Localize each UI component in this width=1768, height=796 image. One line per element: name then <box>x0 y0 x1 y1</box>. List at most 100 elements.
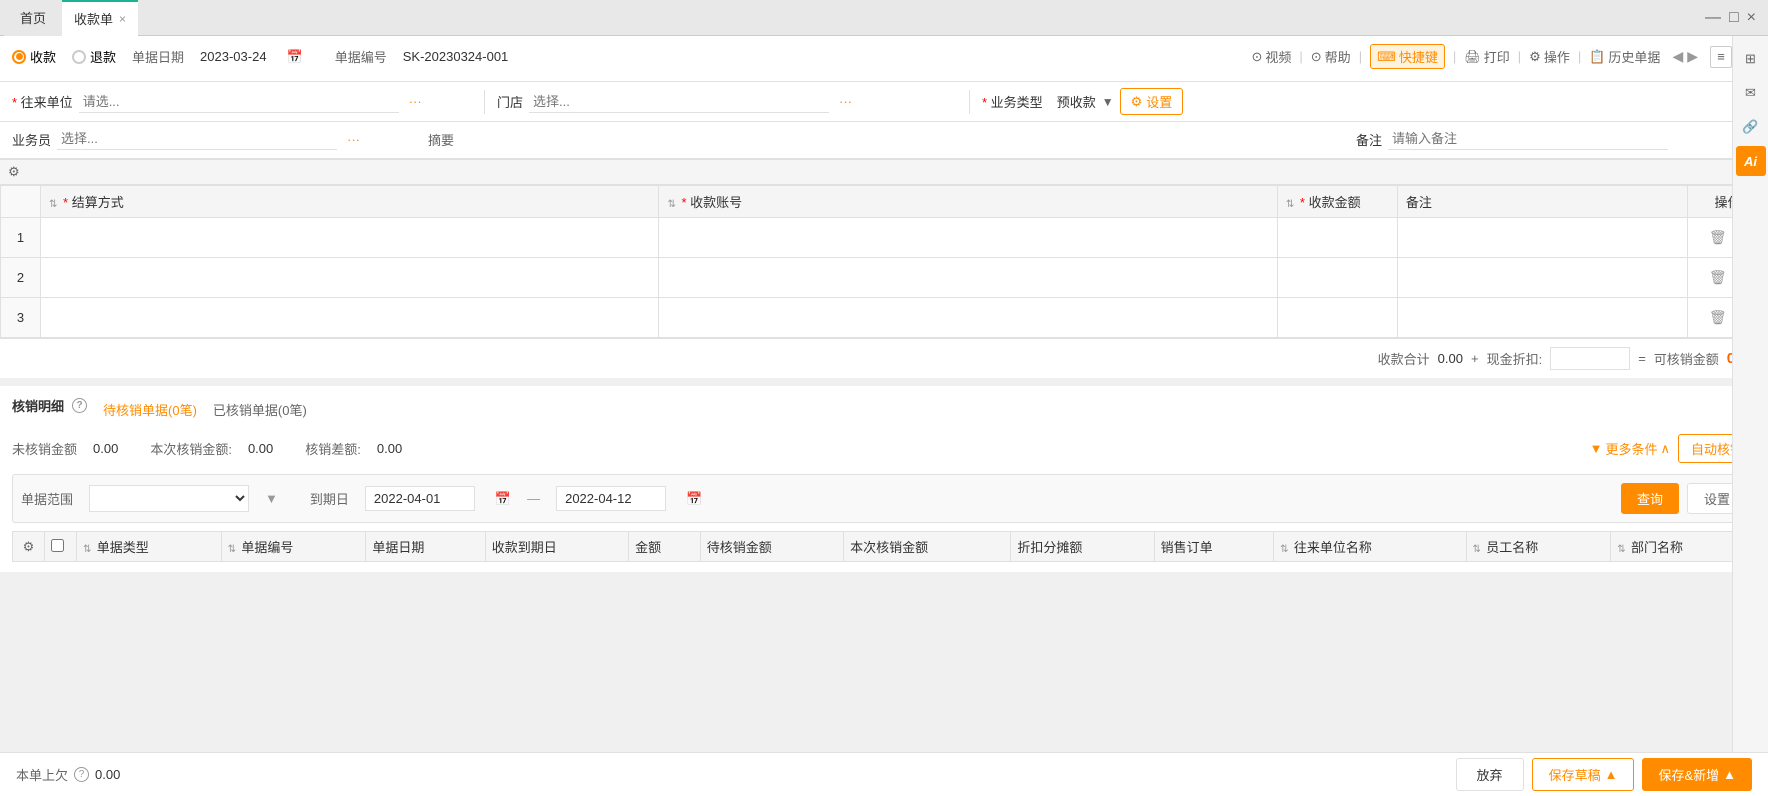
row-note-1[interactable] <box>1397 218 1687 258</box>
verifiable-label: 可核销金额 <box>1654 349 1719 368</box>
row-note-3[interactable] <box>1397 298 1687 338</box>
store-field: 门店 ··· <box>497 91 957 113</box>
row-delete-1[interactable]: 🗑 <box>1707 227 1729 248</box>
sidebar-ai-btn[interactable]: Ai <box>1736 146 1766 176</box>
th-account: ⇅ 收款账号 <box>659 186 1277 218</box>
chevron-range-icon: ▼ <box>265 491 278 506</box>
draft-chevron-icon: ▲ <box>1605 767 1618 782</box>
chevron-icon: ∧ <box>1660 441 1670 457</box>
save-draft-button[interactable]: 保存草稿 ▲ <box>1532 758 1635 791</box>
tab-home[interactable]: 首页 <box>4 0 62 36</box>
form-header-row1: 收款 退款 单据日期 2023-03-24 📅 单据编号 SK-20230324… <box>12 44 1756 69</box>
bottom-table-section: ⚙ ⇅ 单据类型 ⇅ 单据编号 单据日期 <box>12 531 1756 562</box>
operation-icon: ⚙ <box>1529 49 1541 65</box>
row-account-3[interactable] <box>659 298 1277 338</box>
row-settlement-1[interactable] <box>41 218 659 258</box>
tab-receipt[interactable]: 收款单 × <box>62 0 138 36</box>
row-account-2[interactable] <box>659 258 1277 298</box>
table-container: ⇅ 结算方式 ⇅ 收款账号 ⇅ 收款金额 备注 操作 <box>0 185 1768 338</box>
row-note-2[interactable] <box>1397 258 1687 298</box>
row-amount-3[interactable] <box>1277 298 1397 338</box>
calendar-icon[interactable]: 📅 <box>287 49 303 65</box>
business-type-dropdown[interactable]: ▼ <box>1102 95 1114 109</box>
row-num-2: 2 <box>1 258 41 298</box>
minimize-button[interactable]: — <box>1705 9 1721 27</box>
row-delete-2[interactable]: 🗑 <box>1707 267 1729 288</box>
header-tools: ⊙ 视频 | ⊙ 帮助 | ⌨ 快捷键 | 🖨 打印 | ⚙ 操作 <box>1251 44 1756 69</box>
tab-done[interactable]: 已核销单据(0笔) <box>213 400 307 419</box>
counterpart-more-icon[interactable]: ··· <box>405 94 426 109</box>
th-doc-type: ⇅ 单据类型 <box>77 532 222 562</box>
sidebar-table-btn[interactable]: ⊞ <box>1736 44 1766 74</box>
note-input[interactable] <box>1388 128 1668 150</box>
counterpart-input[interactable] <box>79 91 399 113</box>
calendar-to-icon[interactable]: 📅 <box>686 491 702 507</box>
unchecked-value: 0.00 <box>93 441 118 456</box>
diff-label: 核销差额: <box>305 439 361 458</box>
tool-help[interactable]: ⊙ 帮助 <box>1311 47 1351 66</box>
view-list-icon[interactable]: ≡ <box>1710 46 1732 68</box>
table-toolbar: ⚙ <box>0 159 1768 185</box>
current-bill-label: 本单上欠 <box>16 765 68 784</box>
sidebar-mail-btn[interactable]: ✉ <box>1736 78 1766 108</box>
close-button[interactable]: × <box>1747 9 1756 27</box>
th-due-date: 收款到期日 <box>485 532 628 562</box>
sidebar-mail-icon: ✉ <box>1745 85 1756 101</box>
footer-info-icon[interactable]: ? <box>74 767 89 782</box>
current-value: 0.00 <box>248 441 273 456</box>
more-conditions-btn[interactable]: ▼ 更多条件 ∧ <box>1590 439 1670 458</box>
form-header: 收款 退款 单据日期 2023-03-24 📅 单据编号 SK-20230324… <box>0 36 1768 82</box>
verification-section: 核销明细 ? 待核销单据(0笔) 已核销单据(0笔) 未核销金额 0.00 本次… <box>0 386 1768 572</box>
row-delete-3[interactable]: 🗑 <box>1707 307 1729 328</box>
tool-print[interactable]: 🖨 打印 <box>1464 47 1510 66</box>
verif-info-icon[interactable]: ? <box>72 398 87 413</box>
radio-receipt[interactable]: 收款 <box>12 47 56 66</box>
range-select[interactable] <box>89 485 249 512</box>
shortcut-icon: ⌨ <box>1377 49 1396 65</box>
total-label: 收款合计 <box>1378 349 1430 368</box>
sort-amount-icon: ⇅ <box>1286 199 1294 210</box>
query-button[interactable]: 查询 <box>1621 483 1679 514</box>
date-from-input[interactable] <box>365 486 475 511</box>
row-amount-2[interactable] <box>1277 258 1397 298</box>
table-settings-icon[interactable]: ⚙ <box>8 164 20 180</box>
video-icon: ⊙ <box>1251 49 1262 65</box>
tool-operation[interactable]: ⚙ 操作 <box>1529 47 1570 66</box>
form-fields-row1: 往来单位 ··· 门店 ··· 业务类型 预收款 ▼ ⚙ 设置 <box>0 82 1768 122</box>
row-account-1[interactable] <box>659 218 1277 258</box>
row-num-1: 1 <box>1 218 41 258</box>
tool-shortcut[interactable]: ⌨ 快捷键 <box>1370 44 1445 69</box>
nav-right-icon[interactable]: ▶ <box>1687 48 1698 65</box>
business-type-label: 业务类型 <box>982 92 1043 111</box>
footer-info: 本单上欠 ? 0.00 <box>16 765 120 784</box>
row-settlement-2[interactable] <box>41 258 659 298</box>
setting-button[interactable]: ⚙ 设置 <box>1120 88 1184 115</box>
check-all[interactable] <box>51 539 64 552</box>
date-to-input[interactable] <box>556 486 666 511</box>
row-amount-1[interactable] <box>1277 218 1397 258</box>
settings-bottom-icon[interactable]: ⚙ <box>23 539 35 554</box>
maximize-button[interactable]: □ <box>1729 9 1739 27</box>
discount-input[interactable] <box>1550 347 1630 370</box>
sidebar-link-btn[interactable]: 🔗 <box>1736 112 1766 142</box>
salesperson-input[interactable] <box>57 128 337 150</box>
tool-history[interactable]: 📋 历史单据 <box>1589 47 1660 66</box>
store-more-icon[interactable]: ··· <box>835 94 856 109</box>
tab-pending[interactable]: 待核销单据(0笔) <box>103 400 197 419</box>
table-row: 3 🗑 ⊕ <box>1 298 1768 338</box>
row-settlement-3[interactable] <box>41 298 659 338</box>
date-separator: — <box>527 491 540 506</box>
save-new-button[interactable]: 保存&新增 ▲ <box>1642 758 1752 791</box>
radio-refund[interactable]: 退款 <box>72 47 116 66</box>
verif-filter-row: 单据范围 ▼ 到期日 📅 — 📅 查询 设置 <box>12 474 1756 523</box>
receipt-table-section: ⚙ ⇅ 结算方式 ⇅ 收款账号 ⇅ 收款金额 <box>0 159 1768 378</box>
tool-video[interactable]: ⊙ 视频 <box>1251 47 1291 66</box>
store-input[interactable] <box>529 91 829 113</box>
salesperson-more-icon[interactable]: ··· <box>343 132 364 147</box>
nav-left-icon[interactable]: ◀ <box>1672 48 1683 65</box>
calendar-from-icon[interactable]: 📅 <box>495 491 511 507</box>
abandon-button[interactable]: 放弃 <box>1456 758 1524 791</box>
current-label: 本次核销金额: <box>150 439 232 458</box>
note-label: 备注 <box>1356 130 1382 149</box>
tab-close-icon[interactable]: × <box>119 12 126 26</box>
